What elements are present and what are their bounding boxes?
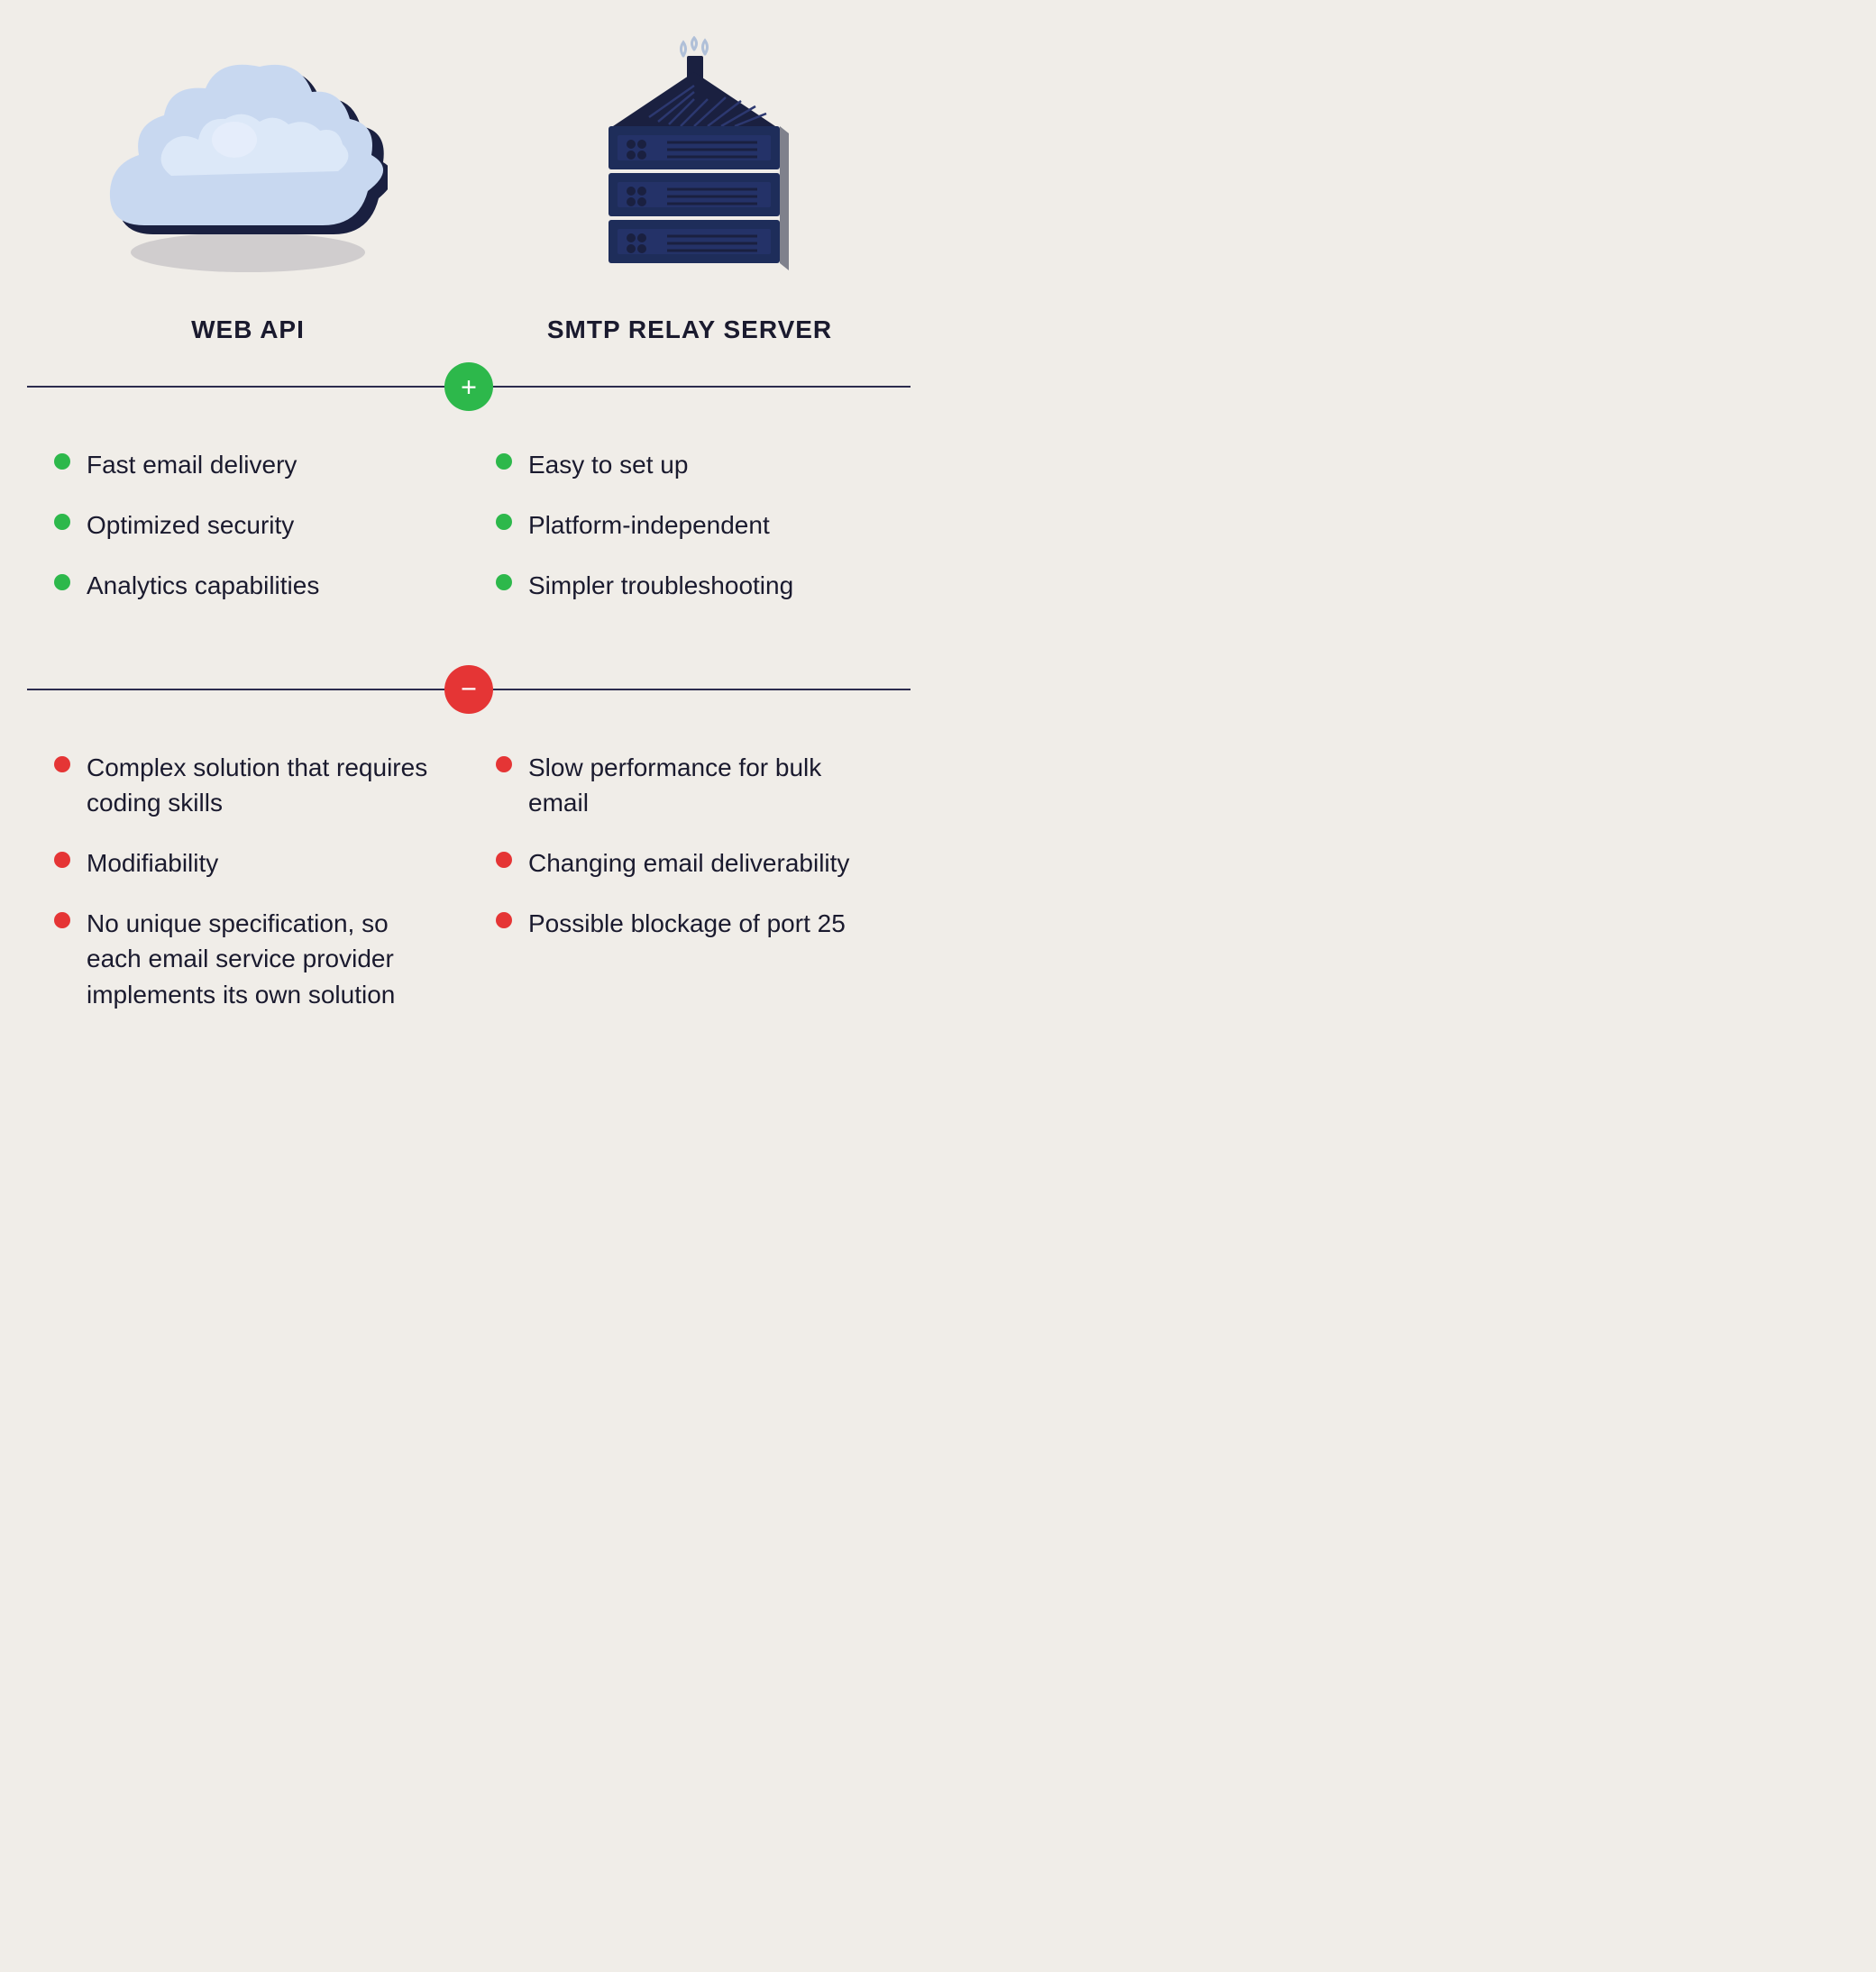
- list-item: Optimized security: [54, 507, 442, 543]
- bullet-green: [54, 453, 70, 470]
- item-text: Changing email deliverability: [528, 845, 883, 881]
- item-text: Modifiability: [87, 845, 442, 881]
- pros-col1: Fast email delivery Optimized security A…: [27, 438, 469, 638]
- bullet-red: [54, 756, 70, 772]
- list-item: Fast email delivery: [54, 447, 442, 482]
- divider-line-left-bottom: [27, 689, 444, 690]
- item-text: Optimized security: [87, 507, 442, 543]
- list-item: Simpler troubleshooting: [496, 568, 883, 603]
- smtp-header: SMTP RELAY SERVER: [491, 315, 889, 344]
- list-item: Complex solution that requires coding sk…: [54, 750, 442, 820]
- cons-col1: Complex solution that requires coding sk…: [27, 741, 469, 1046]
- plus-circle: +: [444, 362, 493, 411]
- bullet-green: [496, 453, 512, 470]
- minus-divider: −: [27, 665, 911, 714]
- bullet-red: [496, 912, 512, 928]
- divider-line-right-top: [493, 386, 911, 388]
- item-text: Simpler troubleshooting: [528, 568, 883, 603]
- item-text: Complex solution that requires coding sk…: [87, 750, 442, 820]
- webapi-header: WEB API: [50, 315, 447, 344]
- list-item: Easy to set up: [496, 447, 883, 482]
- comparison-table: WEB API SMTP RELAY SERVER + Fast email d…: [27, 315, 911, 1064]
- minus-circle: −: [444, 665, 493, 714]
- bullet-red: [496, 852, 512, 868]
- item-text: Fast email delivery: [87, 447, 442, 482]
- divider-line-left-top: [27, 386, 444, 388]
- bullet-green: [496, 514, 512, 530]
- list-item: Platform-independent: [496, 507, 883, 543]
- bullet-green: [496, 574, 512, 590]
- list-item: Modifiability: [54, 845, 442, 881]
- bullet-red: [496, 756, 512, 772]
- list-item: Changing email deliverability: [496, 845, 883, 881]
- list-item: Possible blockage of port 25: [496, 906, 883, 941]
- column-headers: WEB API SMTP RELAY SERVER: [27, 315, 911, 344]
- item-text: Platform-independent: [528, 507, 883, 543]
- item-text: Slow performance for bulk email: [528, 750, 883, 820]
- cons-section: Complex solution that requires coding sk…: [27, 723, 911, 1064]
- cloud-illustration: [90, 36, 397, 288]
- cons-col2: Slow performance for bulk email Changing…: [469, 741, 911, 1046]
- item-text: Easy to set up: [528, 447, 883, 482]
- list-item: Slow performance for bulk email: [496, 750, 883, 820]
- pros-col2: Easy to set up Platform-independent Simp…: [469, 438, 911, 638]
- bullet-green: [54, 514, 70, 530]
- list-item: No unique specification, so each email s…: [54, 906, 442, 1012]
- illustrations-row: [18, 36, 920, 288]
- bullet-red: [54, 912, 70, 928]
- list-item: Analytics capabilities: [54, 568, 442, 603]
- pros-section: Fast email delivery Optimized security A…: [27, 420, 911, 656]
- item-text: Possible blockage of port 25: [528, 906, 883, 941]
- item-text: Analytics capabilities: [87, 568, 442, 603]
- bullet-red: [54, 852, 70, 868]
- server-illustration: [541, 36, 847, 288]
- item-text: No unique specification, so each email s…: [87, 906, 442, 1012]
- plus-divider: +: [27, 362, 911, 411]
- bullet-green: [54, 574, 70, 590]
- divider-line-right-bottom: [493, 689, 911, 690]
